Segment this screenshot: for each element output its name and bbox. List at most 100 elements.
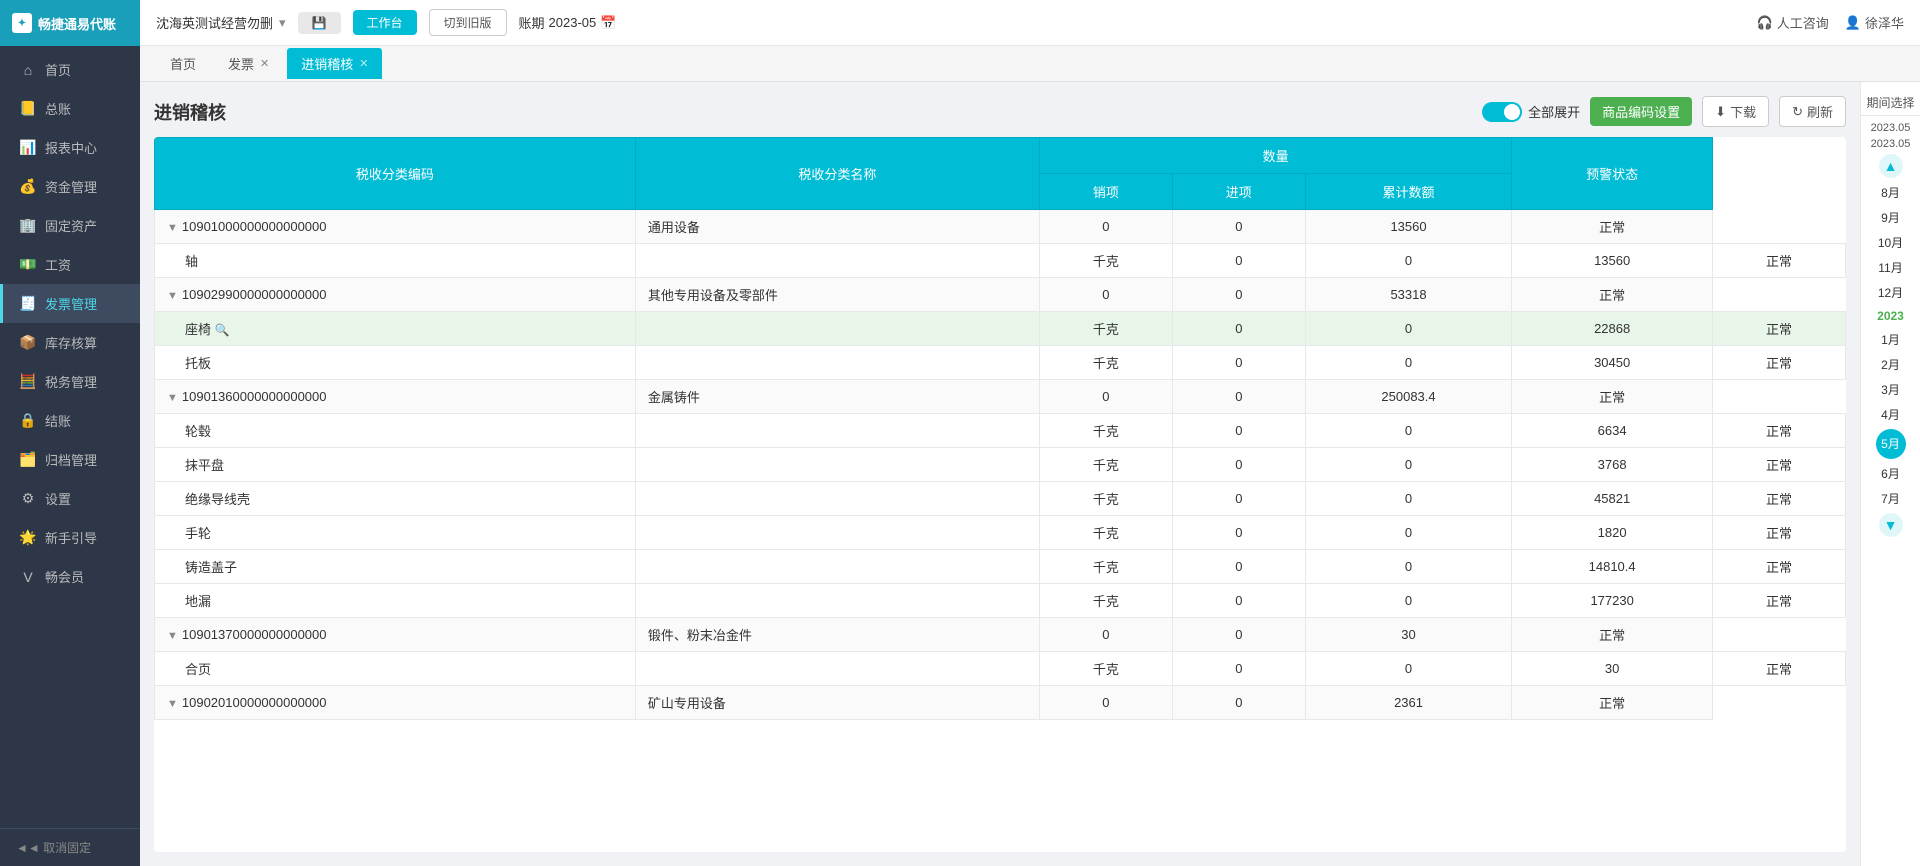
- row-unit: 千克: [1039, 652, 1172, 686]
- sidebar-item-home[interactable]: ⌂ 首页: [0, 50, 140, 89]
- row-name: 金属铸件: [635, 380, 1039, 414]
- sidebar-item-payroll[interactable]: 💵 工资: [0, 245, 140, 284]
- table-row: 轮毂 千克 0 0 6634 正常: [155, 414, 1846, 448]
- period-month-item[interactable]: 7月: [1861, 486, 1920, 511]
- search-icon[interactable]: 🔍: [215, 323, 230, 337]
- tab-reconcile-close[interactable]: ✕: [359, 57, 368, 70]
- calendar-icon[interactable]: 📅: [600, 15, 616, 31]
- invoice-icon: 🧾: [19, 295, 37, 312]
- row-cumulative: 14810.4: [1512, 550, 1713, 584]
- row-warning: 正常: [1713, 244, 1846, 278]
- row-purchase: 0: [1305, 482, 1512, 516]
- tab-reconcile[interactable]: 进销稽核 ✕: [287, 48, 382, 79]
- period-month-item[interactable]: 1月: [1861, 327, 1920, 352]
- tax-icon: 🧮: [19, 373, 37, 390]
- row-unit: 千克: [1039, 244, 1172, 278]
- row-code: ▼10901370000000000000: [155, 618, 636, 652]
- table-row: 托板 千克 0 0 30450 正常: [155, 346, 1846, 380]
- header-tax-code: 税收分类编码: [155, 138, 636, 210]
- expand-all-label: 全部展开: [1528, 102, 1580, 121]
- period-month-item[interactable]: 11月: [1861, 255, 1920, 280]
- sidebar-item-funds[interactable]: 💰 资金管理: [0, 167, 140, 206]
- period-label: 账期: [519, 13, 545, 32]
- row-unit: 千克: [1039, 346, 1172, 380]
- sidebar-item-label: 首页: [45, 60, 71, 79]
- table-row: ▼10901000000000000000 通用设备 0 0 13560 正常: [155, 210, 1846, 244]
- period-month-item[interactable]: 5月: [1876, 429, 1906, 459]
- sidebar-item-membership[interactable]: V 畅会员: [0, 557, 140, 596]
- sidebar-item-guide[interactable]: 🌟 新手引导: [0, 518, 140, 557]
- row-code: 地漏: [155, 584, 636, 618]
- row-unit: 千克: [1039, 312, 1172, 346]
- sidebar-item-inventory[interactable]: 📦 库存核算: [0, 323, 140, 362]
- period-month-item[interactable]: 10月: [1861, 230, 1920, 255]
- app-name: 畅捷通易代账: [38, 14, 116, 33]
- header-quantity: 数量: [1039, 138, 1511, 174]
- row-warning: 正常: [1512, 210, 1713, 244]
- expand-all-toggle[interactable]: 全部展开: [1482, 102, 1580, 122]
- sidebar-item-close[interactable]: 🔒 结账: [0, 401, 140, 440]
- period-month-item[interactable]: 2023: [1861, 305, 1920, 327]
- page-header: 进销稽核 全部展开 商品编码设置 ⬇ 下载 ↻ 刷新: [154, 96, 1846, 127]
- row-purchase: 0: [1305, 550, 1512, 584]
- tab-invoice[interactable]: 发票 ✕: [214, 48, 283, 79]
- user-profile[interactable]: 👤 徐泽华: [1845, 13, 1904, 32]
- period-month-item[interactable]: 8月: [1861, 180, 1920, 205]
- row-cumulative: 2361: [1305, 686, 1512, 720]
- company-selector[interactable]: 沈海英测试经营勿删 ▾: [156, 13, 286, 32]
- sidebar-item-label: 设置: [45, 489, 71, 508]
- table-row: 地漏 千克 0 0 177230 正常: [155, 584, 1846, 618]
- period-month-item[interactable]: 3月: [1861, 377, 1920, 402]
- download-icon: ⬇: [1715, 104, 1726, 120]
- sidebar-item-archive[interactable]: 🗂️ 归档管理: [0, 440, 140, 479]
- period-month-item[interactable]: 9月: [1861, 205, 1920, 230]
- table-row: 合页 千克 0 0 30 正常: [155, 652, 1846, 686]
- row-purchase: 0: [1305, 244, 1512, 278]
- sidebar-footer-label: ◄◄ 取消固定: [16, 839, 91, 856]
- sidebar-item-reports[interactable]: 📊 报表中心: [0, 128, 140, 167]
- switch-old-button[interactable]: 切到旧版: [429, 9, 507, 36]
- period-month-item[interactable]: 2月: [1861, 352, 1920, 377]
- tab-home[interactable]: 首页: [156, 48, 210, 79]
- period-month-item[interactable]: 6月: [1861, 461, 1920, 486]
- workbench-button[interactable]: 工作台: [353, 10, 417, 35]
- row-warning: 正常: [1713, 414, 1846, 448]
- row-unit: 千克: [1039, 414, 1172, 448]
- row-purchase: 0: [1305, 346, 1512, 380]
- period-month-item[interactable]: 4月: [1861, 402, 1920, 427]
- product-code-button[interactable]: 商品编码设置: [1590, 97, 1692, 126]
- scroll-up-btn[interactable]: ▲: [1879, 154, 1903, 178]
- row-name: [635, 312, 1039, 346]
- company-dropdown-icon[interactable]: ▾: [279, 15, 286, 31]
- sidebar-collapse-btn[interactable]: ◄◄ 取消固定: [0, 828, 140, 866]
- table-row: ▼10902990000000000000 其他专用设备及零部件 0 0 533…: [155, 278, 1846, 312]
- months-list: 8月9月10月11月12月20231月2月3月4月5月6月7月: [1861, 180, 1920, 511]
- row-name: [635, 244, 1039, 278]
- save-icon: 💾: [312, 16, 327, 30]
- table-row: ▼10902010000000000000 矿山专用设备 0 0 2361 正常: [155, 686, 1846, 720]
- sidebar-nav: ⌂ 首页 📒 总账 📊 报表中心 💰 资金管理 🏢 固定资产 💵 工资 🧾 发票…: [0, 46, 140, 828]
- row-name: [635, 482, 1039, 516]
- sidebar-item-fixed-assets[interactable]: 🏢 固定资产: [0, 206, 140, 245]
- sidebar-item-tax[interactable]: 🧮 税务管理: [0, 362, 140, 401]
- sidebar-item-label: 新手引导: [45, 528, 97, 547]
- scroll-down-btn[interactable]: ▼: [1879, 513, 1903, 537]
- row-cumulative: 13560: [1512, 244, 1713, 278]
- save-button[interactable]: 💾: [298, 12, 341, 34]
- sidebar-item-ledger[interactable]: 📒 总账: [0, 89, 140, 128]
- period-month-item[interactable]: 12月: [1861, 280, 1920, 305]
- download-button[interactable]: ⬇ 下载: [1702, 96, 1769, 127]
- row-name: [635, 346, 1039, 380]
- row-code: 手轮: [155, 516, 636, 550]
- row-sales: 0: [1172, 244, 1305, 278]
- help-button[interactable]: 🎧 人工咨询: [1757, 13, 1829, 32]
- row-code: ▼10901000000000000000: [155, 210, 636, 244]
- header-purchase: 进项: [1172, 174, 1305, 210]
- toggle-switch[interactable]: [1482, 102, 1522, 122]
- sidebar-item-invoice[interactable]: 🧾 发票管理: [0, 284, 140, 323]
- sidebar-item-settings[interactable]: ⚙ 设置: [0, 479, 140, 518]
- table-row: 手轮 千克 0 0 1820 正常: [155, 516, 1846, 550]
- tab-invoice-close[interactable]: ✕: [260, 57, 269, 70]
- row-name: [635, 652, 1039, 686]
- refresh-button[interactable]: ↻ 刷新: [1779, 96, 1846, 127]
